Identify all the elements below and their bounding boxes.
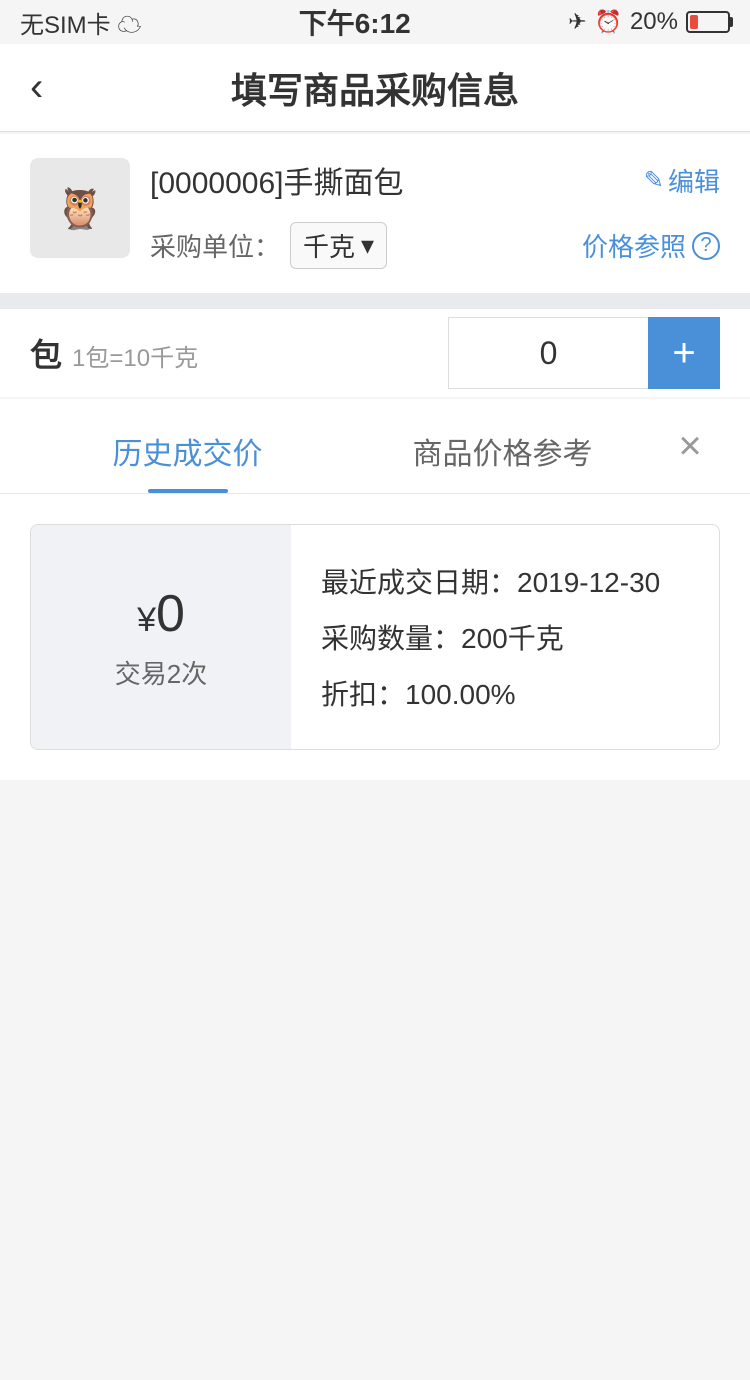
battery-icon (686, 11, 730, 33)
quantity-label: 包 1包=10千克 (30, 330, 198, 376)
currency-symbol: ¥ (137, 601, 156, 639)
nav-bar: ‹ 填写商品采购信息 (0, 44, 750, 132)
edit-label: 编辑 (668, 162, 720, 199)
alarm-icon: ⏰ (595, 9, 622, 35)
history-price-left: ¥0 交易2次 (31, 525, 291, 749)
tab-close-button[interactable]: × (660, 416, 720, 476)
footer-area (0, 780, 750, 1380)
product-name: [0000006]手撕面包 (150, 158, 403, 202)
status-bar: 无SIM卡 ☁ 下午6:12 ✈ ⏰ 20% (0, 0, 750, 44)
price-ref-button[interactable]: 价格参照 ? (582, 227, 720, 264)
edit-icon: ✎ (644, 166, 664, 195)
location-icon: ✈ (568, 9, 586, 35)
history-times: 交易2次 (115, 654, 207, 691)
tab-price-ref-label: 商品价格参考 (413, 438, 593, 471)
unit-select[interactable]: 千克 ▾ (290, 222, 387, 269)
quantity-input-area: + (448, 317, 720, 389)
close-icon: × (678, 424, 701, 469)
dropdown-arrow-icon: ▾ (361, 230, 374, 261)
tabs-header: 历史成交价 商品价格参考 × (0, 399, 750, 494)
section-divider (0, 293, 750, 309)
page-title: 填写商品采购信息 (231, 62, 519, 114)
status-time: 下午6:12 (299, 2, 411, 42)
battery-percent: 20% (630, 8, 678, 36)
quantity-input[interactable] (448, 317, 648, 389)
back-button[interactable]: ‹ (30, 65, 43, 110)
product-card: 🦉 [0000006]手撕面包 ✎ 编辑 采购单位： 千克 ▾ (0, 134, 750, 293)
tab-active-indicator (148, 489, 228, 493)
carrier-text: 无SIM卡 ☁ (20, 5, 141, 40)
tabs-panel: 历史成交价 商品价格参考 × ¥0 交易2次 最近成交日期：2019-12-30… (0, 399, 750, 780)
product-info: [0000006]手撕面包 ✎ 编辑 采购单位： 千克 ▾ 价格参照 (150, 158, 720, 269)
purchase-qty: 采购数量：200千克 (321, 617, 689, 657)
help-icon: ? (692, 232, 720, 260)
status-battery-area: ✈ ⏰ 20% (568, 8, 730, 36)
quantity-row: 包 1包=10千克 + (0, 309, 750, 397)
history-price-value: ¥0 (137, 584, 185, 644)
price-number: 0 (156, 585, 185, 643)
tab-product-price-ref[interactable]: 商品价格参考 (345, 399, 660, 493)
discount: 折扣：100.00% (321, 673, 689, 713)
quantity-sub: 1包=10千克 (72, 338, 198, 373)
tab-history-label: 历史成交价 (113, 438, 263, 471)
plus-icon: + (672, 331, 695, 376)
history-card: ¥0 交易2次 最近成交日期：2019-12-30 采购数量：200千克 折扣：… (30, 524, 720, 750)
tab-history-price[interactable]: 历史成交价 (30, 399, 345, 493)
history-content: ¥0 交易2次 最近成交日期：2019-12-30 采购数量：200千克 折扣：… (0, 494, 750, 780)
recent-date: 最近成交日期：2019-12-30 (321, 561, 689, 601)
unit-label: 采购单位： (150, 227, 280, 264)
price-ref-label: 价格参照 (582, 227, 686, 264)
product-owl-icon: 🦉 (55, 185, 105, 232)
status-carrier: 无SIM卡 ☁ (20, 5, 141, 40)
edit-button[interactable]: ✎ 编辑 (644, 162, 720, 199)
unit-value: 千克 (303, 227, 355, 264)
quantity-plus-button[interactable]: + (648, 317, 720, 389)
quantity-unit: 包 (30, 330, 62, 376)
product-thumbnail: 🦉 (30, 158, 130, 258)
history-details: 最近成交日期：2019-12-30 采购数量：200千克 折扣：100.00% (291, 525, 719, 749)
